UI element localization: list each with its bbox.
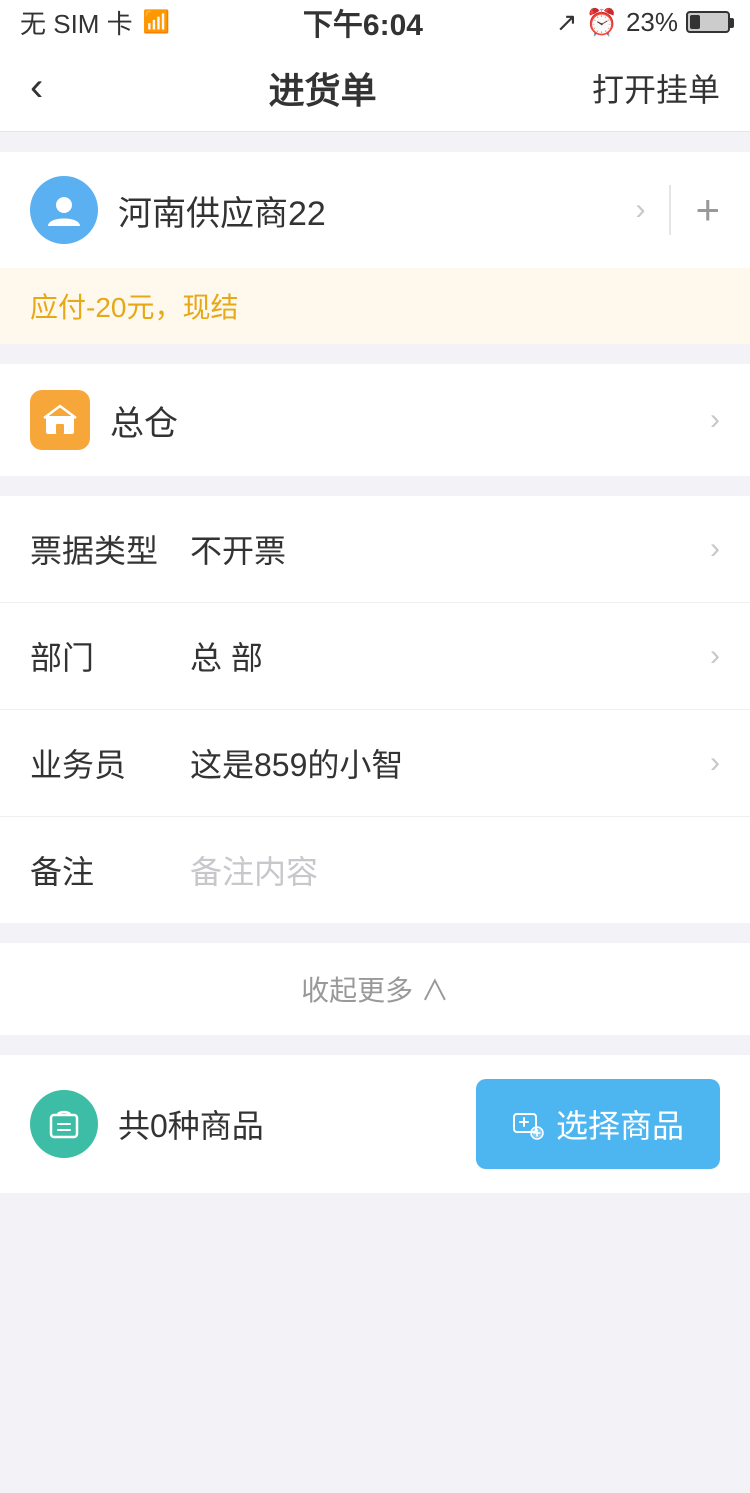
location-icon: ↗ (556, 7, 578, 38)
invoice-row[interactable]: 票据类型 不开票 › (0, 496, 750, 603)
remark-label: 备注 (30, 847, 170, 893)
select-goods-label: 选择商品 (556, 1101, 684, 1147)
remark-row[interactable]: 备注 备注内容 (0, 817, 750, 923)
salesperson-row[interactable]: 业务员 这是859的小智 › (0, 710, 750, 817)
battery-icon (686, 11, 730, 33)
status-bar: 无 SIM 卡 📶 下午6:04 ↗ ⏰ 23% (0, 0, 750, 44)
department-value: 总 部 (170, 633, 710, 679)
goods-icon-container (30, 1090, 98, 1158)
status-time: 下午6:04 (303, 0, 423, 44)
wifi-icon: 📶 (143, 9, 170, 35)
status-carrier: 无 SIM 卡 📶 (20, 4, 170, 41)
back-button[interactable]: ‹ (30, 55, 53, 120)
supplier-divider (669, 185, 671, 235)
battery-text: 23% (626, 7, 678, 38)
person-icon (44, 190, 84, 230)
collapse-label: 收起更多 ∧ (301, 969, 449, 1009)
supplier-name: 河南供应商22 (118, 186, 635, 235)
status-right: ↗ ⏰ 23% (556, 7, 730, 38)
salesperson-chevron-icon: › (710, 746, 720, 780)
open-pending-button[interactable]: 打开挂单 (592, 65, 720, 111)
goods-section: 共0种商品 选择商品 (0, 1055, 750, 1193)
warehouse-chevron-icon: › (710, 403, 720, 437)
warehouse-row[interactable]: 总仓 › (0, 364, 750, 476)
notice-banner: 应付-20元，现结 (0, 268, 750, 344)
carrier-text: 无 SIM 卡 (20, 4, 133, 41)
warehouse-name: 总仓 (110, 396, 710, 445)
select-goods-button[interactable]: 选择商品 (476, 1079, 720, 1169)
section-gap-1 (0, 132, 750, 152)
warehouse-icon (42, 402, 78, 438)
invoice-chevron-icon: › (710, 532, 720, 566)
nav-bar: ‹ 进货单 打开挂单 (0, 44, 750, 132)
add-supplier-button[interactable]: + (695, 186, 720, 234)
page-background (0, 1193, 750, 1493)
salesperson-value: 这是859的小智 (170, 740, 710, 786)
warehouse-icon-container (30, 390, 90, 450)
form-section: 票据类型 不开票 › 部门 总 部 › 业务员 这是859的小智 › 备注 备注… (0, 496, 750, 923)
supplier-row[interactable]: 河南供应商22 › + (0, 152, 750, 268)
salesperson-label: 业务员 (30, 740, 170, 786)
invoice-value: 不开票 (170, 526, 710, 572)
alarm-icon: ⏰ (586, 7, 618, 38)
remark-input[interactable]: 备注内容 (170, 847, 720, 893)
department-chevron-icon: › (710, 639, 720, 673)
department-label: 部门 (30, 633, 170, 679)
page-title: 进货单 (269, 62, 377, 114)
goods-icon (45, 1105, 83, 1143)
supplier-avatar (30, 176, 98, 244)
invoice-label: 票据类型 (30, 526, 170, 572)
select-goods-icon (512, 1108, 544, 1140)
department-row[interactable]: 部门 总 部 › (0, 603, 750, 710)
supplier-section: 河南供应商22 › + 应付-20元，现结 (0, 152, 750, 344)
collapse-row[interactable]: 收起更多 ∧ (0, 943, 750, 1035)
goods-count: 共0种商品 (118, 1101, 456, 1147)
supplier-chevron-icon: › (635, 193, 645, 227)
